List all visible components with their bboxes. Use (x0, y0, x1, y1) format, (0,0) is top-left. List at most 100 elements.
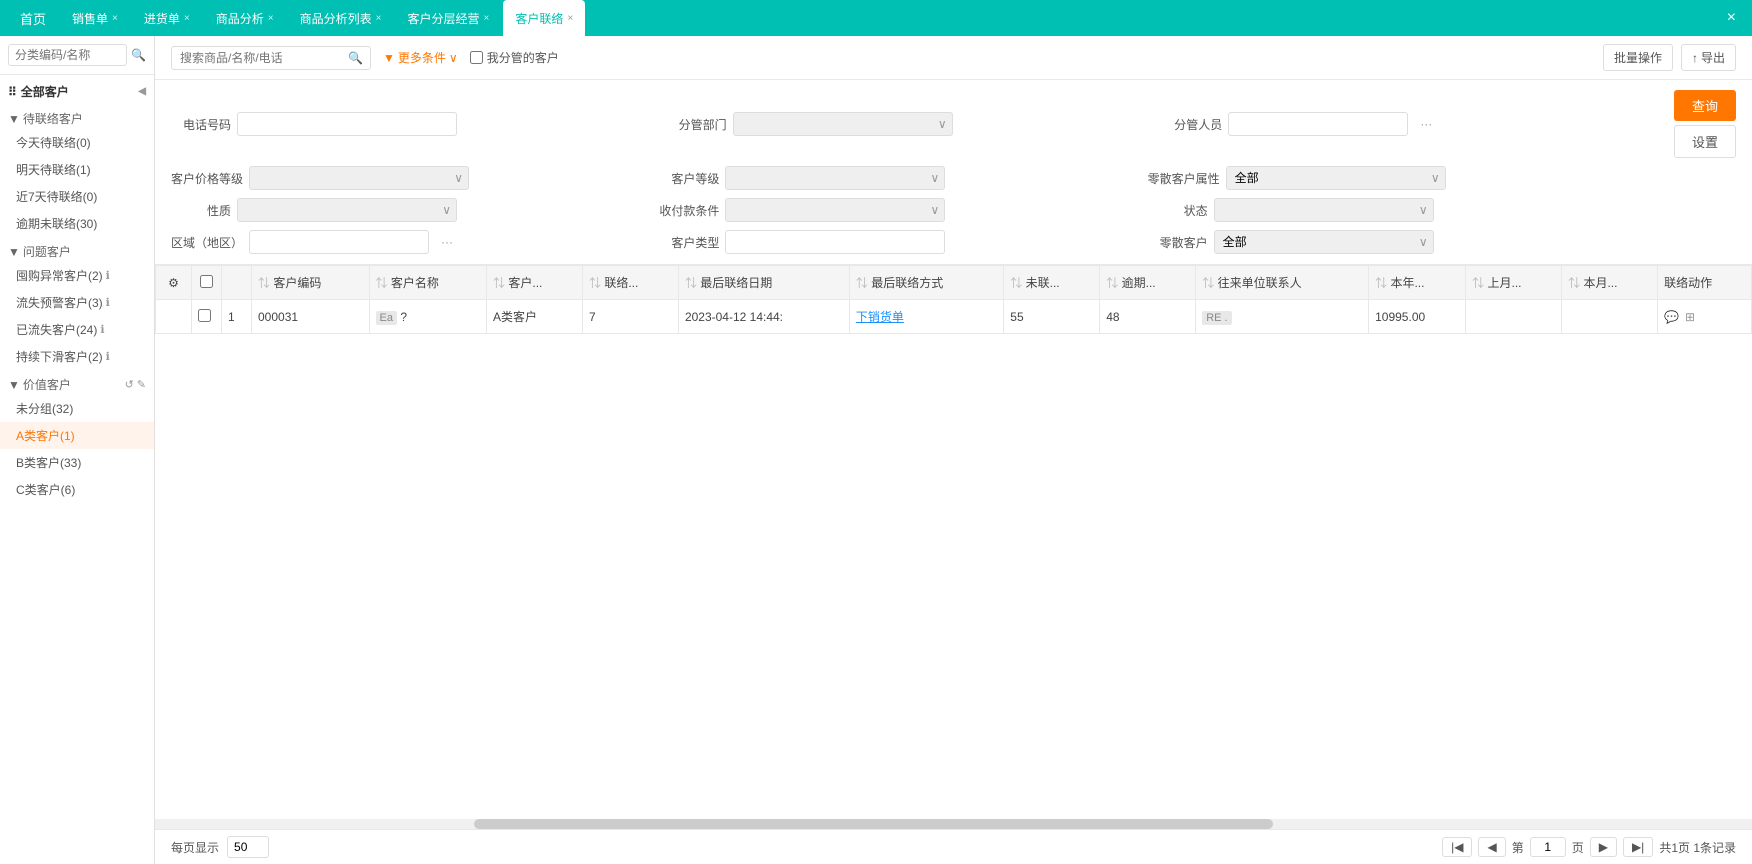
input-region[interactable] (249, 230, 429, 254)
adv-filter-row-4: 区域（地区） ··· 客户类型 零散客户 全部 ∨ (171, 230, 1736, 254)
top-nav: 首页 销售单 × 进货单 × 商品分析 × 商品分析列表 × 客户分层经营 × … (0, 0, 1752, 36)
collapse-icon[interactable]: ◀ (138, 86, 146, 97)
more-conditions-btn[interactable]: ▼ 更多条件 ∨ (383, 49, 458, 66)
close-window-button[interactable]: × (1719, 5, 1744, 31)
sidebar-item-class-b[interactable]: B类客户(33) (0, 449, 154, 476)
tab-customer-tier[interactable]: 客户分层经营 × (395, 0, 501, 36)
my-customers-check[interactable] (470, 51, 483, 64)
select-nature[interactable] (237, 198, 457, 222)
sidebar-item-class-c[interactable]: C类客户(6) (0, 476, 154, 503)
prev-page-button[interactable]: ◀ (1478, 837, 1505, 857)
adv-col-price-level: 客户价格等级 ∨ (171, 166, 659, 190)
sidebar-item-churn-warning[interactable]: 流失预警客户(3) ℹ (0, 289, 154, 316)
export-icon: ↑ (1692, 51, 1698, 65)
sidebar-item-today[interactable]: 今天待联络(0) (0, 129, 154, 156)
export-button[interactable]: ↑ 导出 (1681, 44, 1736, 71)
page-size-select[interactable]: 50 (227, 836, 269, 858)
col-contact-header[interactable]: ⇅ 联络... (582, 266, 678, 300)
info-icon: ℹ (106, 350, 110, 363)
adv-col-dept: 分管部门 ∨ (667, 112, 1163, 136)
refresh-icon[interactable]: ↺ (125, 378, 134, 391)
input-phone[interactable] (237, 112, 457, 136)
col-overdue-header[interactable]: ⇅ 逾期... (1100, 266, 1196, 300)
col-this-year-header[interactable]: ⇅ 本年... (1369, 266, 1466, 300)
query-button[interactable]: 查询 (1674, 90, 1736, 121)
col-level-header[interactable]: ⇅ 客户... (487, 266, 583, 300)
select-all-checkbox[interactable] (200, 275, 213, 288)
sidebar-item-7days[interactable]: 近7天待联络(0) (0, 183, 154, 210)
tab-product-list[interactable]: 商品分析列表 × (288, 0, 394, 36)
horizontal-scrollbar[interactable] (155, 819, 1752, 829)
edit-icon[interactable]: ✎ (137, 378, 146, 391)
select-customer-level[interactable] (725, 166, 945, 190)
group-title-problem: ▼ 问题客户 (0, 237, 154, 262)
sidebar-search-area: 🔍 (0, 36, 154, 75)
settings-button[interactable]: 设置 (1674, 125, 1736, 158)
select-status[interactable] (1214, 198, 1434, 222)
data-table-area: ⚙ ⇅ 客户编码 ⇅ 客户名称 ⇅ 客户... ⇅ 联络... ⇅ 最后联络日期… (155, 265, 1752, 819)
sidebar-item-class-a[interactable]: A类客户(1) (0, 422, 154, 449)
adv-col-retail-attr: 零散客户属性 全部 ∨ (1148, 166, 1636, 190)
select-dept[interactable] (733, 112, 953, 136)
col-this-month-header[interactable]: ⇅ 本月... (1562, 266, 1658, 300)
filter-search-icon: 🔍 (348, 51, 363, 65)
first-page-button[interactable]: |◀ (1442, 837, 1472, 857)
sidebar-item-tomorrow[interactable]: 明天待联络(1) (0, 156, 154, 183)
scroll-thumb[interactable] (474, 819, 1273, 829)
sidebar-item-declining[interactable]: 持续下滑客户(2) ℹ (0, 343, 154, 370)
home-tab[interactable]: 首页 (8, 3, 58, 34)
close-icon[interactable]: × (376, 13, 382, 24)
select-retail-attr[interactable]: 全部 (1226, 166, 1446, 190)
col-settings[interactable]: ⚙ (156, 266, 192, 300)
dots-icon[interactable]: ··· (1414, 115, 1438, 133)
my-customers-checkbox[interactable]: 我分管的客户 (470, 49, 559, 66)
filter-right-actions: 批量操作 ↑ 导出 (1603, 44, 1736, 71)
filter-search-input[interactable] (171, 46, 371, 70)
action-icons: 💬 ⊞ (1664, 310, 1745, 324)
adv-filter-actions: 查询 设置 (1658, 90, 1736, 158)
sidebar-search-input[interactable] (8, 44, 127, 66)
tab-purchase[interactable]: 进货单 × (132, 0, 202, 36)
label-retail-attr: 零散客户属性 (1148, 170, 1220, 187)
close-icon[interactable]: × (184, 13, 190, 24)
close-icon[interactable]: × (112, 13, 118, 24)
last-page-button[interactable]: ▶| (1623, 837, 1653, 857)
col-customer-name-header[interactable]: ⇅ 客户名称 (369, 266, 487, 300)
tab-sales[interactable]: 销售单 × (60, 0, 130, 36)
sidebar-item-churned[interactable]: 已流失客户(24) ℹ (0, 316, 154, 343)
input-customer-type[interactable] (725, 230, 945, 254)
select-payment[interactable] (725, 198, 945, 222)
col-last-contact-method-header[interactable]: ⇅ 最后联络方式 (849, 266, 1003, 300)
table-empty-space (155, 334, 1752, 819)
chat-icon[interactable]: 💬 (1664, 310, 1679, 324)
col-last-contact-date-header[interactable]: ⇅ 最后联络日期 (678, 266, 849, 300)
last-method-link[interactable]: 下销货单 (856, 310, 904, 324)
col-last-month-header[interactable]: ⇅ 上月... (1466, 266, 1562, 300)
close-icon[interactable]: × (268, 13, 274, 24)
sidebar-item-hoarding[interactable]: 囤购异常客户(2) ℹ (0, 262, 154, 289)
cell-this-month (1562, 300, 1658, 334)
col-unit-contact-header[interactable]: ⇅ 往来单位联系人 (1196, 266, 1369, 300)
advanced-filter-panel: 电话号码 分管部门 ∨ 分管人员 ··· (155, 80, 1752, 265)
close-icon[interactable]: × (483, 13, 489, 24)
row-checkbox[interactable] (198, 309, 211, 322)
label-retail-customer: 零散客户 (1148, 234, 1208, 251)
sidebar-item-overdue[interactable]: 逾期未联络(30) (0, 210, 154, 237)
page-number-input[interactable] (1530, 837, 1566, 857)
input-person[interactable] (1228, 112, 1408, 136)
col-no-contact-header[interactable]: ⇅ 未联... (1004, 266, 1100, 300)
page-label2: 页 (1572, 839, 1584, 856)
batch-op-button[interactable]: 批量操作 (1603, 44, 1673, 71)
qr-icon[interactable]: ⊞ (1685, 310, 1695, 324)
next-page-button[interactable]: ▶ (1590, 837, 1617, 857)
adv-col-retail-customer: 零散客户 全部 ∨ (1148, 230, 1636, 254)
tab-product-analysis[interactable]: 商品分析 × (204, 0, 286, 36)
tab-customer-contact[interactable]: 客户联络 × (503, 0, 585, 36)
dots-icon[interactable]: ··· (435, 233, 459, 251)
sidebar-search-icon[interactable]: 🔍 (131, 48, 146, 62)
select-retail-customer[interactable]: 全部 (1214, 230, 1434, 254)
sidebar-item-unclassified[interactable]: 未分组(32) (0, 395, 154, 422)
col-customer-code-header[interactable]: ⇅ 客户编码 (252, 266, 370, 300)
close-icon[interactable]: × (567, 13, 573, 24)
select-price-level[interactable] (249, 166, 469, 190)
